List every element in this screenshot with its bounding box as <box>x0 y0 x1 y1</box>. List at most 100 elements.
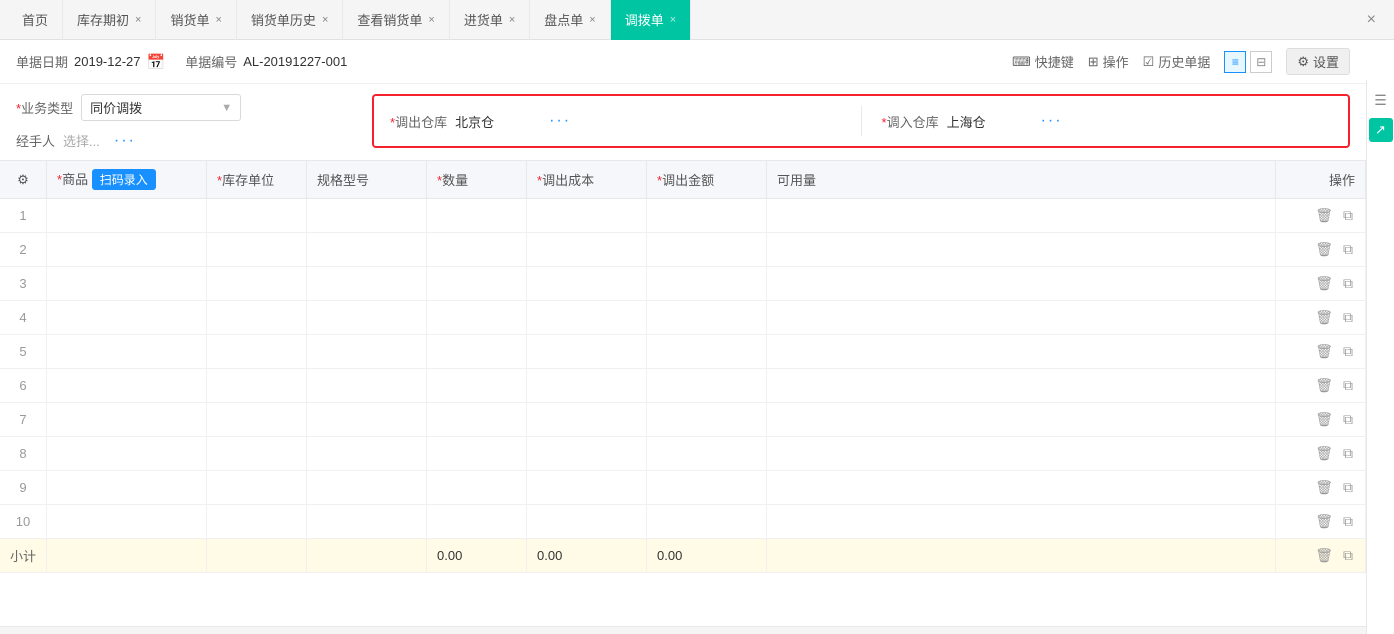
tab-view-sales-close[interactable]: × <box>428 14 434 26</box>
copy-btn[interactable]: ⧉ <box>1341 409 1355 430</box>
tab-inventory-close[interactable]: × <box>589 14 595 26</box>
copy-btn[interactable]: ⧉ <box>1341 273 1355 294</box>
delete-btn[interactable]: 🗑 <box>1313 341 1335 362</box>
amount-cell[interactable] <box>647 403 767 437</box>
dropdown-arrow-icon: ▼ <box>221 102 232 114</box>
history-button[interactable]: ☑ 历史单据 <box>1143 52 1211 71</box>
cost-cell[interactable] <box>527 335 647 369</box>
product-cell[interactable] <box>47 369 207 403</box>
copy-btn[interactable]: ⧉ <box>1341 205 1355 226</box>
product-cell[interactable] <box>47 403 207 437</box>
product-cell[interactable] <box>47 505 207 539</box>
copy-btn[interactable]: ⧉ <box>1341 239 1355 260</box>
qty-cell[interactable] <box>427 403 527 437</box>
delete-btn[interactable]: 🗑 <box>1313 375 1335 396</box>
product-cell[interactable] <box>47 471 207 505</box>
transfer-in-more-btn[interactable]: ··· <box>1035 112 1069 130</box>
amount-cell[interactable] <box>647 233 767 267</box>
copy-btn[interactable]: ⧉ <box>1341 443 1355 464</box>
amount-cell[interactable] <box>647 199 767 233</box>
cost-cell[interactable] <box>527 369 647 403</box>
delete-btn[interactable]: 🗑 <box>1313 477 1335 498</box>
tab-home[interactable]: 首页 <box>8 0 63 40</box>
product-cell[interactable] <box>47 233 207 267</box>
shortcut-button[interactable]: ⌨ 快捷键 <box>1012 52 1074 71</box>
qty-cell[interactable] <box>427 301 527 335</box>
product-cell[interactable] <box>47 301 207 335</box>
tab-sales-history[interactable]: 销货单历史 × <box>237 0 343 40</box>
close-all-tabs[interactable]: × <box>1357 11 1386 29</box>
product-cell[interactable] <box>47 437 207 471</box>
qty-cell[interactable] <box>427 335 527 369</box>
spec-cell <box>307 335 427 369</box>
cost-cell[interactable] <box>527 505 647 539</box>
horizontal-scrollbar[interactable] <box>0 626 1366 634</box>
copy-btn[interactable]: ⧉ <box>1341 375 1355 396</box>
delete-btn[interactable]: 🗑 <box>1313 545 1335 566</box>
operation-button[interactable]: ⊞ 操作 <box>1088 52 1129 71</box>
copy-btn[interactable]: ⧉ <box>1341 341 1355 362</box>
product-cell[interactable] <box>47 199 207 233</box>
tab-sales-order-close[interactable]: × <box>215 14 221 26</box>
sidebar-export-icon[interactable]: ↗ <box>1369 118 1393 142</box>
qty-cell[interactable] <box>427 437 527 471</box>
settings-button[interactable]: ⚙ 设置 <box>1286 48 1350 75</box>
amount-cell[interactable] <box>647 505 767 539</box>
delete-btn[interactable]: 🗑 <box>1313 239 1335 260</box>
gear-icon[interactable]: ⚙ <box>17 172 29 187</box>
copy-btn[interactable]: ⧉ <box>1341 477 1355 498</box>
layout-btn-2[interactable]: ⊟ <box>1250 51 1272 73</box>
amount-cell[interactable] <box>647 471 767 505</box>
qty-cell[interactable] <box>427 471 527 505</box>
amount-cell[interactable] <box>647 301 767 335</box>
cost-cell[interactable] <box>527 267 647 301</box>
product-cell[interactable] <box>47 267 207 301</box>
tab-view-sales[interactable]: 查看销货单 × <box>343 0 449 40</box>
cost-cell[interactable] <box>527 199 647 233</box>
scan-btn[interactable]: 扫码录入 <box>92 169 156 190</box>
qty-cell[interactable] <box>427 369 527 403</box>
cost-cell[interactable] <box>527 437 647 471</box>
tab-purchase-order[interactable]: 进货单 × <box>450 0 530 40</box>
tab-initial-stock-close[interactable]: × <box>135 14 141 26</box>
amount-cell[interactable] <box>647 267 767 301</box>
delete-btn[interactable]: 🗑 <box>1313 307 1335 328</box>
date-value[interactable]: 2019-12-27 <box>74 54 141 69</box>
cost-cell[interactable] <box>527 301 647 335</box>
amount-cell[interactable] <box>647 335 767 369</box>
tab-sales-history-close[interactable]: × <box>322 14 328 26</box>
amount-cell[interactable] <box>647 437 767 471</box>
cost-cell[interactable] <box>527 471 647 505</box>
qty-cell[interactable] <box>427 233 527 267</box>
delete-btn[interactable]: 🗑 <box>1313 273 1335 294</box>
delete-btn[interactable]: 🗑 <box>1313 443 1335 464</box>
cost-cell[interactable] <box>527 403 647 437</box>
tab-sales-order[interactable]: 销货单 × <box>156 0 236 40</box>
tab-transfer[interactable]: 调拨单 × <box>611 0 691 40</box>
product-cell[interactable] <box>47 539 207 573</box>
tab-inventory[interactable]: 盘点单 × <box>530 0 610 40</box>
cost-cell: 0.00 <box>527 539 647 573</box>
copy-btn[interactable]: ⧉ <box>1341 307 1355 328</box>
amount-cell[interactable] <box>647 369 767 403</box>
copy-btn[interactable]: ⧉ <box>1341 545 1355 566</box>
qty-cell[interactable] <box>427 199 527 233</box>
product-cell[interactable] <box>47 335 207 369</box>
person-more-btn[interactable]: ··· <box>108 132 142 150</box>
delete-btn[interactable]: 🗑 <box>1313 409 1335 430</box>
biz-type-select[interactable]: 同价调拨 ▼ <box>81 94 241 121</box>
delete-btn[interactable]: 🗑 <box>1313 511 1335 532</box>
tab-purchase-order-close[interactable]: × <box>509 14 515 26</box>
person-select[interactable]: 选择... <box>63 131 100 150</box>
qty-cell[interactable] <box>427 267 527 301</box>
tab-initial-stock[interactable]: 库存期初 × <box>63 0 156 40</box>
tab-transfer-close[interactable]: × <box>670 14 676 26</box>
copy-btn[interactable]: ⧉ <box>1341 511 1355 532</box>
qty-cell[interactable] <box>427 505 527 539</box>
transfer-out-more-btn[interactable]: ··· <box>543 112 577 130</box>
sidebar-list-icon[interactable]: ☰ <box>1369 88 1393 112</box>
layout-btn-1[interactable]: ≡ <box>1224 51 1246 73</box>
calendar-icon[interactable]: 📅 <box>147 53 166 71</box>
delete-btn[interactable]: 🗑 <box>1313 205 1335 226</box>
cost-cell[interactable] <box>527 233 647 267</box>
